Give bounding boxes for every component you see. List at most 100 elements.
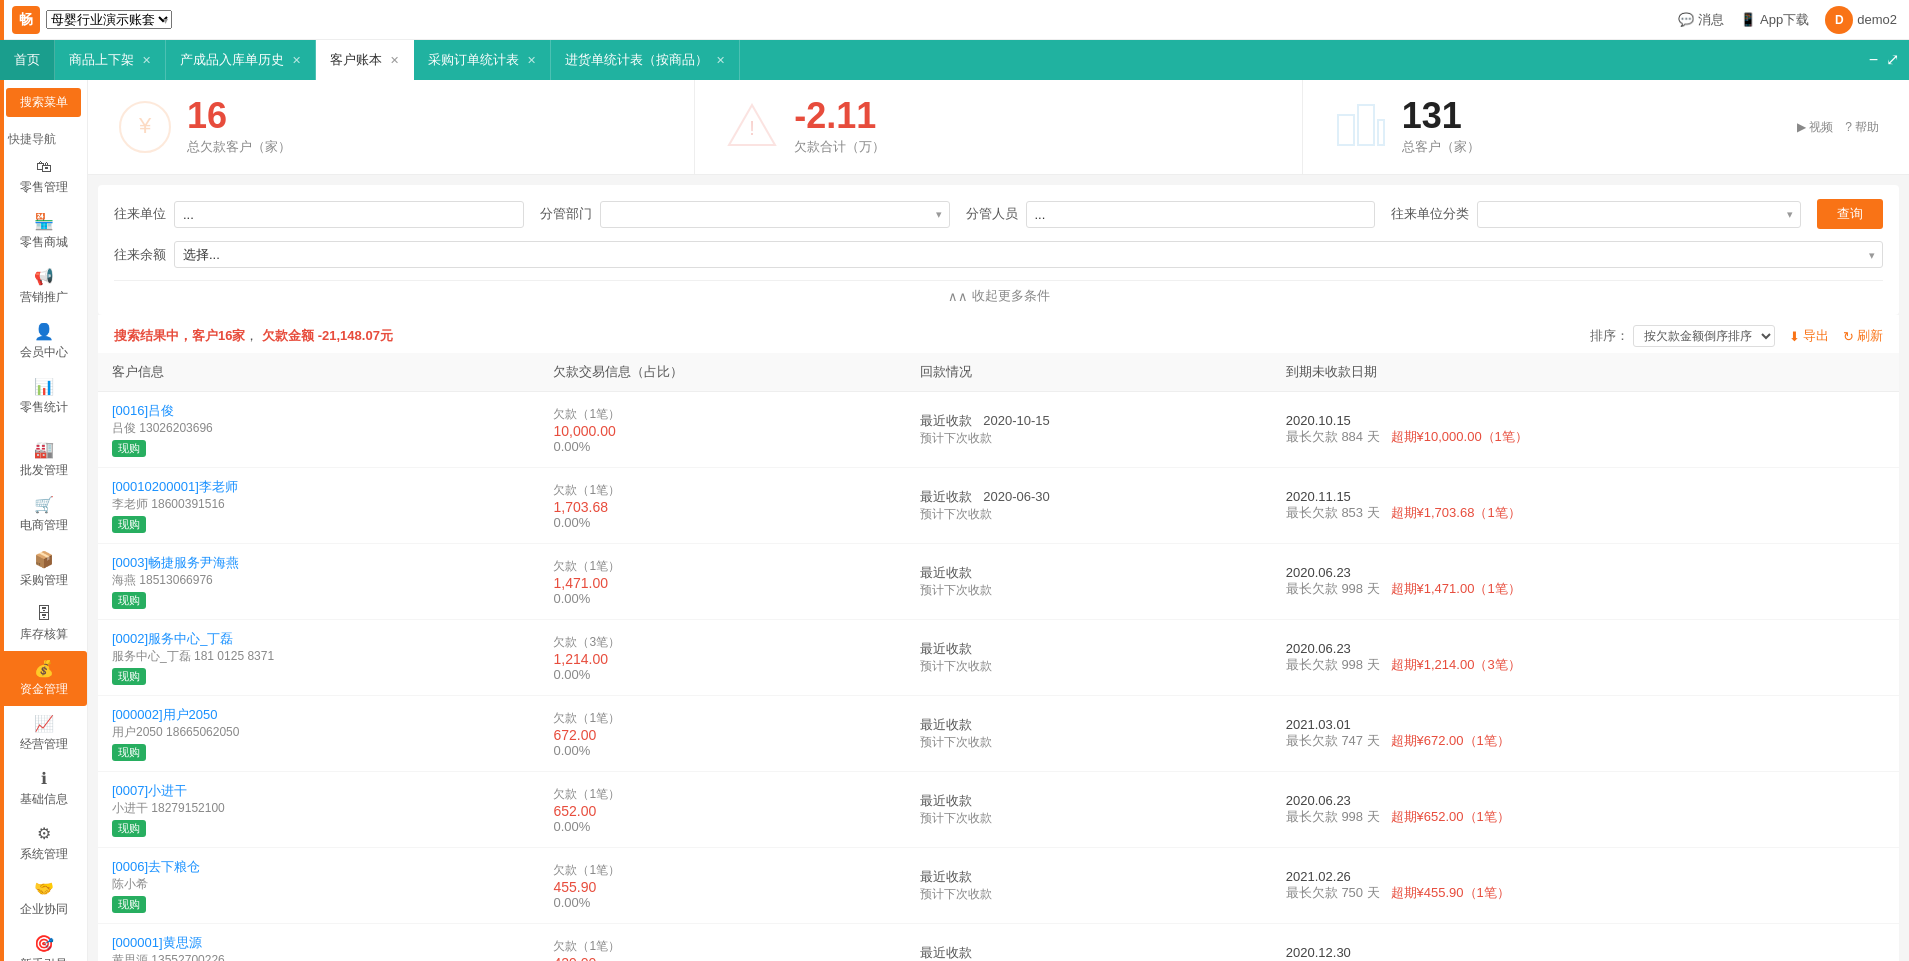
sidebar-item-finance[interactable]: 💰 资金管理: [0, 651, 87, 706]
help-icon: ?: [1845, 120, 1852, 134]
help-label: 帮助: [1855, 119, 1879, 136]
dept-label: 分管部门: [540, 205, 592, 223]
sidebar-item-marketing[interactable]: 📢 营销推广: [0, 259, 87, 314]
td-debt-info-1: 欠款（1笔） 1,703.68 0.00%: [539, 468, 906, 544]
industry-select-wrapper[interactable]: 母婴行业演示账套: [46, 10, 172, 29]
sidebar-item-retail-mgmt-label: 零售管理: [20, 179, 68, 196]
search-btn[interactable]: 查询: [1817, 199, 1883, 229]
td-customer-info-5: [0007]小进干 小进干 18279152100 现购: [98, 772, 539, 848]
nav-maximize-btn[interactable]: ⤢: [1886, 52, 1899, 68]
sidebar-item-purchase[interactable]: 📦 采购管理: [0, 542, 87, 597]
customer-name-7[interactable]: [000001]黄思源: [112, 934, 525, 952]
filter-person: 分管人员 ...: [966, 201, 1376, 228]
sidebar-item-member[interactable]: 👤 会员中心: [0, 314, 87, 369]
brand-bar: [0, 0, 4, 961]
unit-type-select[interactable]: [1477, 201, 1801, 228]
table-row: [0007]小进干 小进干 18279152100 现购 欠款（1笔） 652.…: [98, 772, 1899, 848]
person-input[interactable]: ...: [1026, 201, 1376, 228]
sort-select[interactable]: 按欠款金额倒序排序: [1633, 325, 1775, 347]
debt-amount-4[interactable]: 672.00: [553, 727, 892, 743]
tab-customer-account[interactable]: 客户账本 ✕: [316, 40, 414, 80]
debt-amount-6[interactable]: 455.90: [553, 879, 892, 895]
customer-name-2[interactable]: [0003]畅捷服务尹海燕: [112, 554, 525, 572]
overdue-amount-0[interactable]: 超期¥10,000.00（1笔）: [1391, 429, 1528, 444]
tab-product-shelf[interactable]: 商品上下架 ✕: [55, 40, 166, 80]
tab-purchase-stats[interactable]: 进货单统计表（按商品） ✕: [551, 40, 740, 80]
sort-label: 排序：: [1590, 327, 1629, 345]
collapse-btn[interactable]: ∧∧ 收起更多条件: [114, 280, 1883, 311]
result-debt-value: -21,148.07元: [318, 328, 393, 343]
source-unit-label: 往来单位: [114, 205, 166, 223]
balance-select-wrapper[interactable]: 选择...: [174, 241, 1883, 268]
tab-customer-account-close[interactable]: ✕: [390, 54, 399, 67]
tab-production-history[interactable]: 产成品入库单历史 ✕: [166, 40, 316, 80]
debt-amount-5[interactable]: 652.00: [553, 803, 892, 819]
debt-amount-2[interactable]: 1,471.00: [553, 575, 892, 591]
sidebar-item-ecom[interactable]: 🛒 电商管理: [0, 487, 87, 542]
tab-purchase-order[interactable]: 采购订单统计表 ✕: [414, 40, 551, 80]
overdue-amount-2[interactable]: 超期¥1,471.00（1笔）: [1391, 581, 1521, 596]
sort-selector[interactable]: 排序： 按欠款金额倒序排序: [1590, 325, 1775, 347]
debt-amount-3[interactable]: 1,214.00: [553, 651, 892, 667]
sidebar-item-inventory[interactable]: 🗄 库存核算: [0, 597, 87, 651]
help-btn[interactable]: ? 帮助: [1845, 119, 1879, 136]
nav-minimize-btn[interactable]: −: [1869, 52, 1878, 68]
overdue-date-5: 2020.06.23: [1286, 793, 1885, 808]
message-icon: 💬: [1678, 12, 1694, 27]
overdue-amount-5[interactable]: 超期¥652.00（1笔）: [1391, 809, 1510, 824]
debt-amount-0[interactable]: 10,000.00: [553, 423, 892, 439]
sidebar-item-newbie[interactable]: 🎯 新手引导: [0, 926, 87, 961]
td-return-info-6: 最近收款 预计下次收款: [906, 848, 1271, 924]
sidebar-item-batch-mgmt[interactable]: 🏭 批发管理: [0, 432, 87, 487]
td-return-info-4: 最近收款 预计下次收款: [906, 696, 1271, 772]
sidebar-item-retail-mgmt[interactable]: 🛍 零售管理: [0, 150, 87, 204]
balance-select[interactable]: 选择...: [174, 241, 1883, 268]
customer-name-3[interactable]: [0002]服务中心_丁磊: [112, 630, 525, 648]
tab-purchase-stats-close[interactable]: ✕: [716, 54, 725, 67]
tab-production-history-close[interactable]: ✕: [292, 54, 301, 67]
overdue-days-4: 最长欠款 747 天 超期¥672.00（1笔）: [1286, 732, 1885, 750]
overdue-amount-1[interactable]: 超期¥1,703.68（1笔）: [1391, 505, 1521, 520]
export-btn[interactable]: ⬇ 导出: [1789, 327, 1829, 345]
sidebar-item-system[interactable]: ⚙ 系统管理: [0, 816, 87, 871]
sidebar-item-retail-stats[interactable]: 📊 零售统计: [0, 369, 87, 424]
tab-home[interactable]: 首页: [0, 40, 55, 80]
tab-purchase-order-close[interactable]: ✕: [527, 54, 536, 67]
sidebar-item-ops[interactable]: 📈 经营管理: [0, 706, 87, 761]
overdue-amount-6[interactable]: 超期¥455.90（1笔）: [1391, 885, 1510, 900]
td-overdue-info-6: 2021.02.26 最长欠款 750 天 超期¥455.90（1笔）: [1272, 848, 1899, 924]
td-customer-info-0: [0016]吕俊 吕俊 13026203696 现购: [98, 392, 539, 468]
customer-name-6[interactable]: [0006]去下粮仓: [112, 858, 525, 876]
td-overdue-info-3: 2020.06.23 最长欠款 998 天 超期¥1,214.00（3笔）: [1272, 620, 1899, 696]
message-btn[interactable]: 💬 消息: [1678, 11, 1724, 29]
overdue-amount-4[interactable]: 超期¥672.00（1笔）: [1391, 733, 1510, 748]
refresh-btn[interactable]: ↻ 刷新: [1843, 327, 1883, 345]
tab-product-shelf-close[interactable]: ✕: [142, 54, 151, 67]
search-menu-btn[interactable]: 搜索菜单: [6, 88, 81, 117]
source-unit-input[interactable]: ...: [174, 201, 524, 228]
dept-select[interactable]: [600, 201, 950, 228]
customer-name-1[interactable]: [00010200001]李老师: [112, 478, 525, 496]
customer-name-4[interactable]: [000002]用户2050: [112, 706, 525, 724]
debt-amount-7[interactable]: 429.00: [553, 955, 892, 962]
retail-stats-icon: 📊: [34, 377, 54, 396]
industry-select[interactable]: 母婴行业演示账套: [46, 10, 172, 29]
debt-amount-1[interactable]: 1,703.68: [553, 499, 892, 515]
refresh-icon: ↻: [1843, 329, 1854, 344]
unit-type-select-wrapper[interactable]: [1477, 201, 1801, 228]
sidebar-item-enterprise[interactable]: 🤝 企业协同: [0, 871, 87, 926]
customer-name-0[interactable]: [0016]吕俊: [112, 402, 525, 420]
customer-phone-6: 陈小希: [112, 876, 525, 893]
sidebar-item-basic-info[interactable]: ℹ 基础信息: [0, 761, 87, 816]
overdue-amount-3[interactable]: 超期¥1,214.00（3笔）: [1391, 657, 1521, 672]
sidebar-item-retail-store[interactable]: 🏪 零售商城: [0, 204, 87, 259]
video-btn[interactable]: ▶ 视频: [1797, 119, 1833, 136]
sidebar-item-retail-store-label: 零售商城: [20, 234, 68, 251]
dept-select-wrapper[interactable]: [600, 201, 950, 228]
customer-name-5[interactable]: [0007]小进干: [112, 782, 525, 800]
overdue-date-3: 2020.06.23: [1286, 641, 1885, 656]
customer-phone-5: 小进干 18279152100: [112, 800, 525, 817]
debt-amount-info: -2.11 欠款合计（万）: [794, 98, 885, 156]
app-download-btn[interactable]: 📱 App下载: [1740, 11, 1809, 29]
user-area[interactable]: D demo2: [1825, 6, 1897, 34]
